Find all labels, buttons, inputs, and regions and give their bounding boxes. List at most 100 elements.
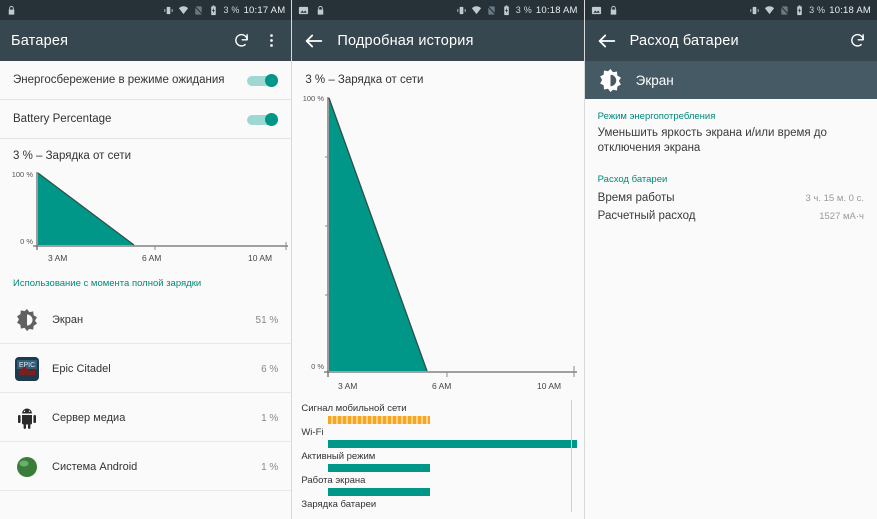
history-bar [328, 416, 430, 424]
three-panel-screenshot: 3 % 10:17 AM Батарея Энергосбережение в … [0, 0, 877, 519]
app-bar-3: Расход батареи [584, 20, 877, 61]
back-arrow-icon[interactable] [303, 30, 325, 52]
android-sphere-icon [13, 453, 40, 480]
page-title: Батарея [11, 32, 69, 49]
wifi-icon [471, 5, 482, 16]
usage-name: Epic Citadel [52, 362, 111, 375]
wifi-icon [178, 5, 189, 16]
history-label: Wi-Fi [301, 427, 324, 438]
toggle-battery-percentage[interactable] [247, 112, 279, 126]
back-arrow-icon[interactable] [596, 30, 618, 52]
image-icon [298, 5, 309, 16]
usage-row-android-system[interactable]: Система Android 1 % [0, 442, 292, 491]
silent-icon [779, 5, 790, 16]
status-battery-percent: 3 % [223, 5, 240, 15]
status-bar-1: 3 % 10:17 AM [0, 0, 292, 20]
history-gridline [570, 448, 572, 472]
history-row-active-mode[interactable]: Активный режим [292, 448, 583, 472]
more-vert-icon[interactable] [263, 32, 280, 49]
panel-battery-settings: 3 % 10:17 AM Батарея Энергосбережение в … [0, 0, 293, 519]
battery-usage-header: Расход батареи [597, 174, 668, 185]
detail-row-estimated-usage: Расчетный расход 1527 мА·ч [585, 207, 877, 225]
x-tick-6am: 6 AM [142, 253, 161, 263]
history-row-mobile-signal[interactable]: Сигнал мобильной сети [292, 400, 583, 424]
setting-row-battery-percentage[interactable]: Battery Percentage [0, 100, 292, 139]
detail-subheader: Экран [584, 61, 877, 99]
history-row-screen-on[interactable]: Работа экрана [292, 472, 583, 496]
history-row-battery-charging[interactable]: Зарядка батареи [292, 496, 583, 512]
power-mode-text: Уменьшить яркость экрана и/или время до … [597, 127, 827, 154]
status-battery-percent: 3 % [809, 5, 826, 15]
battery-charging-icon [501, 4, 512, 16]
lock-icon [608, 5, 619, 16]
status-clock: 10:18 AM [535, 4, 578, 16]
android-icon [13, 404, 40, 431]
history-label: Активный режим [301, 451, 376, 462]
history-gridline [570, 424, 572, 448]
vibrate-icon [163, 5, 174, 16]
usage-name: Экран [52, 313, 84, 326]
usage-row-media-server[interactable]: Сервер медиа 1 % [0, 393, 292, 442]
history-gridline [570, 400, 572, 424]
brightness-icon [598, 68, 623, 93]
wifi-icon [764, 5, 775, 16]
detail-row-runtime: Время работы 3 ч. 15 м. 0 с. [585, 189, 877, 207]
vibrate-icon [456, 5, 467, 16]
history-row-wifi[interactable]: Wi-Fi [292, 424, 583, 448]
usage-row-epic-citadel[interactable]: EPIC Epic Citadel 6 % [0, 344, 292, 393]
battery-charging-icon [794, 4, 805, 16]
app-bar-1: Батарея [0, 20, 292, 61]
history-label: Сигнал мобильной сети [301, 403, 407, 414]
page-title: Расход батареи [629, 32, 739, 49]
usage-name: Система Android [52, 460, 138, 473]
brightness-icon [13, 306, 40, 333]
usage-percent: 1 % [261, 461, 279, 473]
history-label: Работа экрана [301, 475, 366, 486]
panel-detailed-history: 3 % 10:18 AM Подробная история 3 % – Зар… [292, 0, 585, 519]
x-tick-3am: 3 AM [338, 381, 357, 391]
silent-icon [193, 5, 204, 16]
refresh-icon[interactable] [849, 32, 866, 49]
history-bar [328, 464, 430, 472]
battery-chart-title: 3 % – Зарядка от сети [13, 150, 132, 162]
power-mode-header: Режим энергопотребления [597, 111, 716, 122]
image-icon [591, 5, 602, 16]
history-label: Зарядка батареи [301, 499, 377, 510]
history-gridline [570, 472, 572, 496]
battery-level-chart-2[interactable]: 100 % 0 % 3 AM 6 AM 10 AM [292, 88, 583, 396]
detail-key: Расчетный расход [597, 210, 696, 222]
usage-row-screen[interactable]: Экран 51 % [0, 295, 292, 344]
page-title: Подробная история [337, 32, 474, 49]
usage-section-header: Использование с момента полной зарядки [13, 278, 202, 289]
epic-citadel-icon: EPIC [13, 355, 40, 382]
usage-percent: 51 % [255, 314, 279, 326]
setting-row-standby-saver[interactable]: Энергосбережение в режиме ожидания [0, 61, 292, 100]
status-battery-percent: 3 % [515, 5, 532, 15]
battery-chart-title: 3 % – Зарядка от сети [305, 74, 424, 86]
history-gridline [570, 496, 572, 512]
x-tick-3am: 3 AM [48, 253, 67, 263]
lock-icon [6, 5, 17, 16]
history-bar [328, 488, 430, 496]
setting-label: Battery Percentage [13, 113, 112, 125]
x-tick-10am: 10 AM [248, 253, 272, 263]
y-tick-100: 100 % [303, 94, 325, 103]
battery-level-chart-1[interactable]: 100 % 0 % 3 AM 6 AM 10 AM [0, 164, 291, 269]
toggle-standby-saver[interactable] [247, 73, 279, 87]
refresh-icon[interactable] [233, 32, 250, 49]
y-tick-100: 100 % [12, 170, 34, 179]
panel-battery-usage-detail: 3 % 10:18 AM Расход батареи Экран Режим … [584, 0, 877, 519]
app-bar-2: Подробная история [292, 20, 584, 61]
detail-key: Время работы [597, 192, 675, 204]
y-tick-0: 0 % [311, 362, 324, 371]
history-bars: Сигнал мобильной сети Wi-Fi Активный реж… [292, 396, 583, 512]
status-clock: 10:17 AM [243, 4, 286, 16]
usage-percent: 1 % [261, 412, 279, 424]
x-tick-10am: 10 AM [537, 381, 561, 391]
x-tick-6am: 6 AM [432, 381, 451, 391]
detail-value: 1527 мА·ч [819, 211, 864, 222]
vibrate-icon [749, 5, 760, 16]
status-bar-2: 3 % 10:18 AM [292, 0, 584, 20]
usage-name: Сервер медиа [52, 411, 126, 424]
svg-text:EPIC: EPIC [18, 362, 34, 369]
